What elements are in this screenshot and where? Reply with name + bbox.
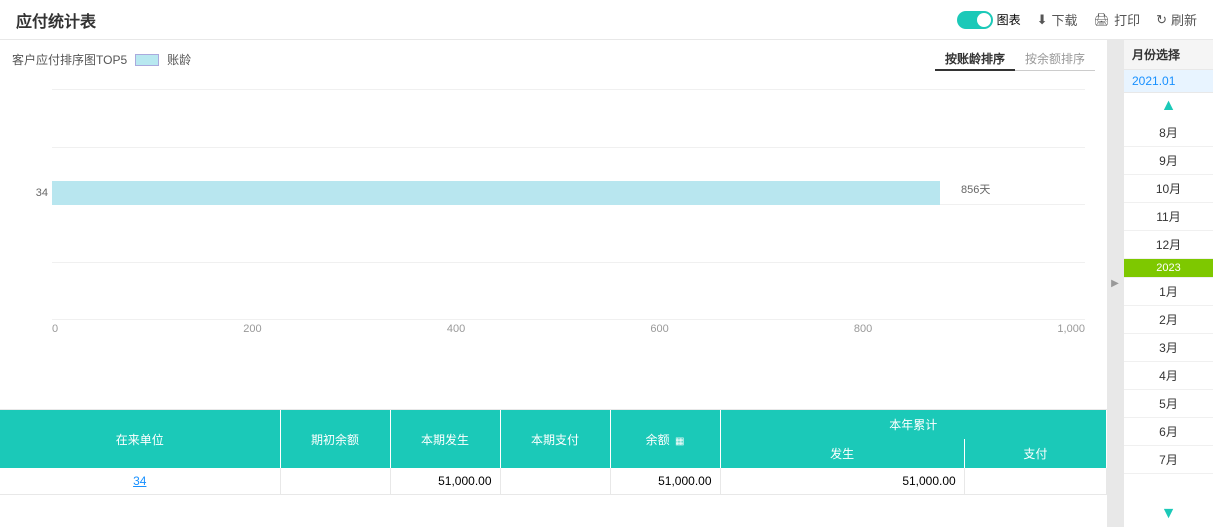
month-7[interactable]: 7月 — [1124, 446, 1213, 474]
th-ytd-occurrence: 发生 — [720, 439, 964, 468]
x-tick-600: 600 — [650, 323, 668, 335]
bar-label: 34 — [16, 187, 48, 199]
current-occurrence-cell: 51,000.00 — [390, 468, 500, 495]
year-2023-badge: 2023 — [1124, 259, 1213, 278]
chart-section: 客户应付排序图TOP5 账龄 按账龄排序 按余额排序 — [0, 40, 1107, 410]
sidebar-title: 月份选择 — [1124, 40, 1213, 70]
bar-row: 34 856天 — [52, 181, 1085, 205]
month-6[interactable]: 6月 — [1124, 418, 1213, 446]
chart-sort-buttons: 按账龄排序 按余额排序 — [935, 48, 1095, 71]
month-12[interactable]: 12月 — [1124, 231, 1213, 259]
scroll-up-button[interactable]: ▲ — [1124, 93, 1213, 119]
chart-title: 客户应付排序图TOP5 — [12, 51, 127, 68]
left-panel: 客户应付排序图TOP5 账龄 按账龄排序 按余额排序 — [0, 40, 1107, 527]
opening-balance-cell — [280, 468, 390, 495]
month-4[interactable]: 4月 — [1124, 362, 1213, 390]
chart-toggle-wrap: 图表 — [957, 11, 1021, 29]
expand-arrow[interactable]: ▶ — [1107, 40, 1123, 527]
balance-icon: ▦ — [675, 436, 684, 447]
th-ytd-payment: 支付 — [964, 439, 1106, 468]
th-origin-unit: 在来单位 — [0, 410, 280, 468]
th-current-payment: 本期支付 — [500, 410, 610, 468]
x-tick-0: 0 — [52, 323, 58, 335]
sidebar-date[interactable]: 2021.01 — [1124, 70, 1213, 93]
data-table: 在来单位 期初余额 本期发生 本期支付 余额 ▦ 本年累计 发生 — [0, 410, 1107, 495]
month-10[interactable]: 10月 — [1124, 175, 1213, 203]
bars-container: 34 856天 — [52, 89, 1085, 319]
current-payment-cell — [500, 468, 610, 495]
month-8[interactable]: 8月 — [1124, 119, 1213, 147]
refresh-button[interactable]: ↻ 刷新 — [1156, 10, 1197, 29]
sort-by-amount-button[interactable]: 按账龄排序 — [935, 48, 1015, 71]
main-content: 客户应付排序图TOP5 账龄 按账龄排序 按余额排序 — [0, 40, 1213, 527]
chart-legend: 客户应付排序图TOP5 账龄 — [12, 51, 191, 68]
ytd-occurrence-cell: 51,000.00 — [720, 468, 964, 495]
bar-chart: 34 856天 0 200 400 600 800 — [12, 79, 1095, 359]
table-row: 34 51,000.00 51,000.00 51,000.00 — [0, 468, 1107, 495]
month-9[interactable]: 9月 — [1124, 147, 1213, 175]
balance-cell: 51,000.00 — [610, 468, 720, 495]
th-opening-balance: 期初余额 — [280, 410, 390, 468]
ytd-payment-cell — [964, 468, 1106, 495]
refresh-icon: ↻ — [1156, 12, 1167, 28]
header-actions: 图表 ⬇ 下载 🖨 打印 ↻ 刷新 — [957, 10, 1197, 29]
x-axis: 0 200 400 600 800 1,000 — [52, 319, 1085, 359]
page-title: 应付统计表 — [16, 8, 96, 32]
chart-header: 客户应付排序图TOP5 账龄 按账龄排序 按余额排序 — [12, 48, 1095, 71]
expand-icon: ▶ — [1111, 278, 1119, 289]
chart-toggle[interactable] — [957, 11, 993, 29]
month-2[interactable]: 2月 — [1124, 306, 1213, 334]
unit-cell[interactable]: 34 — [0, 468, 280, 495]
legend-label: 账龄 — [167, 51, 191, 68]
x-tick-400: 400 — [447, 323, 465, 335]
bar-fill: 856天 — [52, 181, 940, 205]
th-balance: 余额 ▦ — [610, 410, 720, 468]
download-icon: ⬇ — [1037, 12, 1048, 28]
scroll-down-button[interactable]: ▼ — [1124, 501, 1213, 527]
sort-by-balance-button[interactable]: 按余额排序 — [1015, 48, 1095, 71]
bar-days: 856天 — [961, 181, 990, 197]
month-5[interactable]: 5月 — [1124, 390, 1213, 418]
th-current-occurrence: 本期发生 — [390, 410, 500, 468]
month-3[interactable]: 3月 — [1124, 334, 1213, 362]
table-section: 在来单位 期初余额 本期发生 本期支付 余额 ▦ 本年累计 发生 — [0, 410, 1107, 527]
right-sidebar: 月份选择 2021.01 ▲ 8月 9月 10月 11月 12月 2023 1月… — [1123, 40, 1213, 527]
chart-inner: 34 856天 — [52, 89, 1085, 319]
month-1[interactable]: 1月 — [1124, 278, 1213, 306]
x-tick-800: 800 — [854, 323, 872, 335]
download-button[interactable]: ⬇ 下载 — [1037, 10, 1078, 29]
print-icon: 🖨 — [1094, 12, 1111, 28]
month-11[interactable]: 11月 — [1124, 203, 1213, 231]
sidebar-scroll: 8月 9月 10月 11月 12月 2023 1月 2月 3月 4月 5月 6月… — [1124, 119, 1213, 501]
x-tick-200: 200 — [243, 323, 261, 335]
x-tick-1000: 1,000 — [1057, 323, 1085, 335]
th-ytd: 本年累计 — [720, 410, 1107, 439]
header: 应付统计表 图表 ⬇ 下载 🖨 打印 ↻ 刷新 — [0, 0, 1213, 40]
print-button[interactable]: 🖨 打印 — [1094, 10, 1141, 29]
toggle-label: 图表 — [997, 11, 1021, 28]
legend-box — [135, 54, 159, 66]
